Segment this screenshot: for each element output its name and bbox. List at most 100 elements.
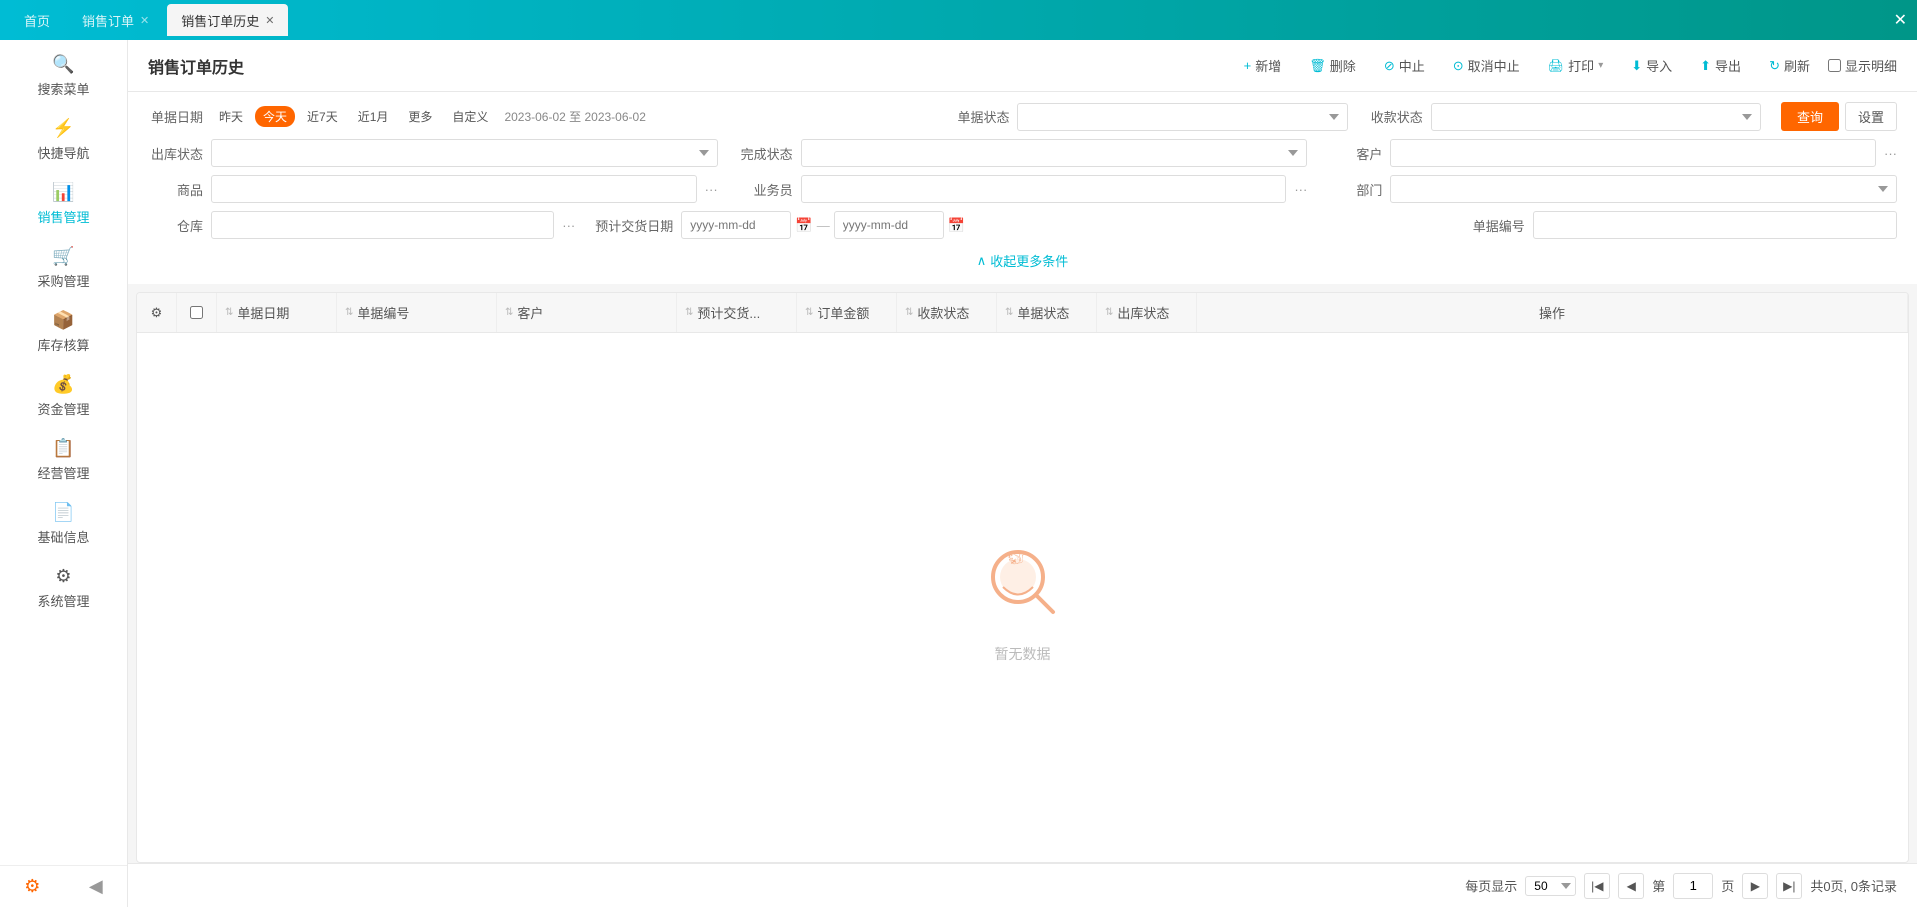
close-tab-sales-order[interactable]: ✕: [140, 14, 149, 27]
settings-button[interactable]: 设置: [1845, 102, 1897, 131]
tab-sales-order-history[interactable]: 销售订单历史 ✕: [167, 4, 288, 36]
filter-row-3: 商品 ··· 业务员 ··· 部门: [148, 175, 1897, 203]
receipt-status-select[interactable]: [1431, 103, 1761, 131]
delivery-date-start[interactable]: [681, 211, 791, 239]
delivery-date-filter: 预计交货日期 📅 — 📅: [595, 211, 1450, 239]
more-filters-toggle[interactable]: ∧ 收起更多条件: [148, 247, 1897, 274]
per-page-select[interactable]: 50 20 100: [1525, 876, 1576, 896]
print-arrow-icon: ▾: [1598, 60, 1603, 71]
sidebar-item-search[interactable]: 🔍 搜索菜单: [0, 44, 127, 108]
customer-input[interactable]: [1390, 139, 1876, 167]
receipt-status-filter: 收款状态: [1368, 103, 1761, 131]
svg-text:🐿: 🐿: [1008, 550, 1025, 565]
complete-status-select[interactable]: [801, 139, 1308, 167]
top-bar-right: ✕: [1894, 10, 1907, 30]
sidebar-item-finance[interactable]: 💰 资金管理: [0, 364, 127, 428]
cancel-stop-button[interactable]: ⊙ 取消中止: [1443, 52, 1530, 79]
export-icon: ⬆: [1700, 58, 1711, 74]
customer-dots[interactable]: ···: [1884, 146, 1897, 161]
empty-state: 🐿 暂无数据: [137, 333, 1908, 862]
sort-out-icon[interactable]: ⇅: [1105, 307, 1113, 318]
bill-no-input[interactable]: [1533, 211, 1897, 239]
salesperson-filter: 业务员 ···: [738, 175, 1308, 203]
sort-delivery-icon[interactable]: ⇅: [685, 307, 693, 318]
stop-button[interactable]: ⊘ 中止: [1374, 52, 1435, 79]
delivery-date-end[interactable]: [834, 211, 944, 239]
import-button[interactable]: ⬇ 导入: [1621, 52, 1682, 79]
out-status-select[interactable]: [211, 139, 718, 167]
import-icon: ⬇: [1631, 58, 1642, 74]
query-button[interactable]: 查询: [1781, 102, 1839, 131]
page-number-input[interactable]: [1673, 873, 1713, 899]
th-action: 操作: [1197, 293, 1908, 332]
select-all-checkbox[interactable]: [190, 306, 203, 319]
refresh-button[interactable]: ↻ 刷新: [1759, 52, 1820, 79]
empty-icon: 🐿: [973, 532, 1073, 632]
date-btn-more[interactable]: 更多: [400, 106, 440, 127]
next-page-btn[interactable]: ▶: [1742, 873, 1768, 899]
calendar-end-icon: 📅: [948, 217, 965, 234]
add-button[interactable]: + 新增: [1234, 52, 1292, 79]
date-btn-yesterday[interactable]: 昨天: [211, 106, 251, 127]
prev-page-btn[interactable]: ◀: [1618, 873, 1644, 899]
bill-status-select[interactable]: [1017, 103, 1347, 131]
cancel-stop-icon: ⊙: [1453, 58, 1464, 74]
sidebar-collapse-icon[interactable]: ◀: [89, 876, 103, 897]
tab-sales-order[interactable]: 销售订单 ✕: [68, 4, 163, 36]
page-header-top: 销售订单历史 + 新增 🗑 删除 ⊘ 中止 ⊙: [148, 52, 1897, 79]
sort-receipt-icon[interactable]: ⇅: [905, 307, 913, 318]
main-layout: 🔍 搜索菜单 ⚡ 快捷导航 📊 销售管理 🛒 采购管理 📦 库存核算 💰 资金管…: [0, 40, 1917, 907]
date-btn-1month[interactable]: 近1月: [350, 106, 397, 127]
date-btn-today[interactable]: 今天: [255, 106, 295, 127]
th-bill-status: ⇅ 单据状态: [997, 293, 1097, 332]
tab-home[interactable]: 首页: [10, 4, 64, 36]
table-header-row: ⚙ ⇅ 单据日期 ⇅ 单据编号 ⇅ 客户 ⇅ 预计交货.: [137, 293, 1908, 333]
customer-label: 客户: [1327, 144, 1382, 163]
salesperson-input[interactable]: [801, 175, 1287, 203]
show-detail-checkbox[interactable]: [1828, 59, 1841, 72]
th-settings[interactable]: ⚙: [137, 293, 177, 332]
dept-filter: 部门: [1327, 175, 1897, 203]
dept-label: 部门: [1327, 180, 1382, 199]
quicknav-icon: ⚡: [52, 118, 74, 139]
page-header: 销售订单历史 + 新增 🗑 删除 ⊘ 中止 ⊙: [128, 40, 1917, 92]
sidebar-item-operations[interactable]: 📋 经营管理: [0, 428, 127, 492]
sidebar-settings-icon[interactable]: ⚙: [24, 876, 40, 897]
date-filter: 单据日期 昨天 今天 近7天 近1月 更多 自定义 2023-06-02 至 2…: [148, 106, 934, 127]
sort-date-icon[interactable]: ⇅: [225, 307, 233, 318]
sidebar-item-quicknav[interactable]: ⚡ 快捷导航: [0, 108, 127, 172]
bill-status-label: 单据状态: [954, 107, 1009, 126]
tabs-area: 首页 销售订单 ✕ 销售订单历史 ✕: [10, 4, 1894, 36]
goods-dots[interactable]: ···: [705, 182, 718, 197]
empty-text: 暂无数据: [995, 644, 1051, 664]
sidebar-item-inventory[interactable]: 📦 库存核算: [0, 300, 127, 364]
sort-amount-icon[interactable]: ⇅: [805, 307, 813, 318]
export-button[interactable]: ⬆ 导出: [1690, 52, 1751, 79]
warehouse-input[interactable]: [211, 211, 554, 239]
sidebar-item-basic[interactable]: 📄 基础信息: [0, 492, 127, 556]
sidebar-item-system[interactable]: ⚙ 系统管理: [0, 556, 127, 620]
finance-icon: 💰: [52, 374, 74, 395]
window-close-btn[interactable]: ✕: [1894, 10, 1907, 30]
sidebar-item-sales[interactable]: 📊 销售管理: [0, 172, 127, 236]
goods-input[interactable]: [211, 175, 697, 203]
close-tab-sales-order-history[interactable]: ✕: [265, 14, 274, 27]
salesperson-dots[interactable]: ···: [1294, 182, 1307, 197]
th-out-status: ⇅ 出库状态: [1097, 293, 1197, 332]
sort-num-icon[interactable]: ⇅: [345, 307, 353, 318]
sort-customer-icon[interactable]: ⇅: [505, 307, 513, 318]
sort-bill-icon[interactable]: ⇅: [1005, 307, 1013, 318]
show-detail-checkbox-label[interactable]: 显示明细: [1828, 56, 1897, 75]
last-page-btn[interactable]: ▶|: [1776, 873, 1802, 899]
page-title: 销售订单历史: [148, 54, 244, 78]
add-icon: +: [1244, 58, 1252, 73]
delete-button[interactable]: 🗑 删除: [1299, 52, 1366, 79]
dept-select[interactable]: [1390, 175, 1897, 203]
date-btn-7days[interactable]: 近7天: [299, 106, 346, 127]
first-page-btn[interactable]: |◀: [1584, 873, 1610, 899]
sidebar-item-purchase[interactable]: 🛒 采购管理: [0, 236, 127, 300]
print-button[interactable]: 🖨 打印 ▾: [1538, 52, 1614, 79]
th-checkbox[interactable]: [177, 293, 217, 332]
date-btn-custom[interactable]: 自定义: [444, 106, 496, 127]
warehouse-dots[interactable]: ···: [562, 218, 575, 233]
